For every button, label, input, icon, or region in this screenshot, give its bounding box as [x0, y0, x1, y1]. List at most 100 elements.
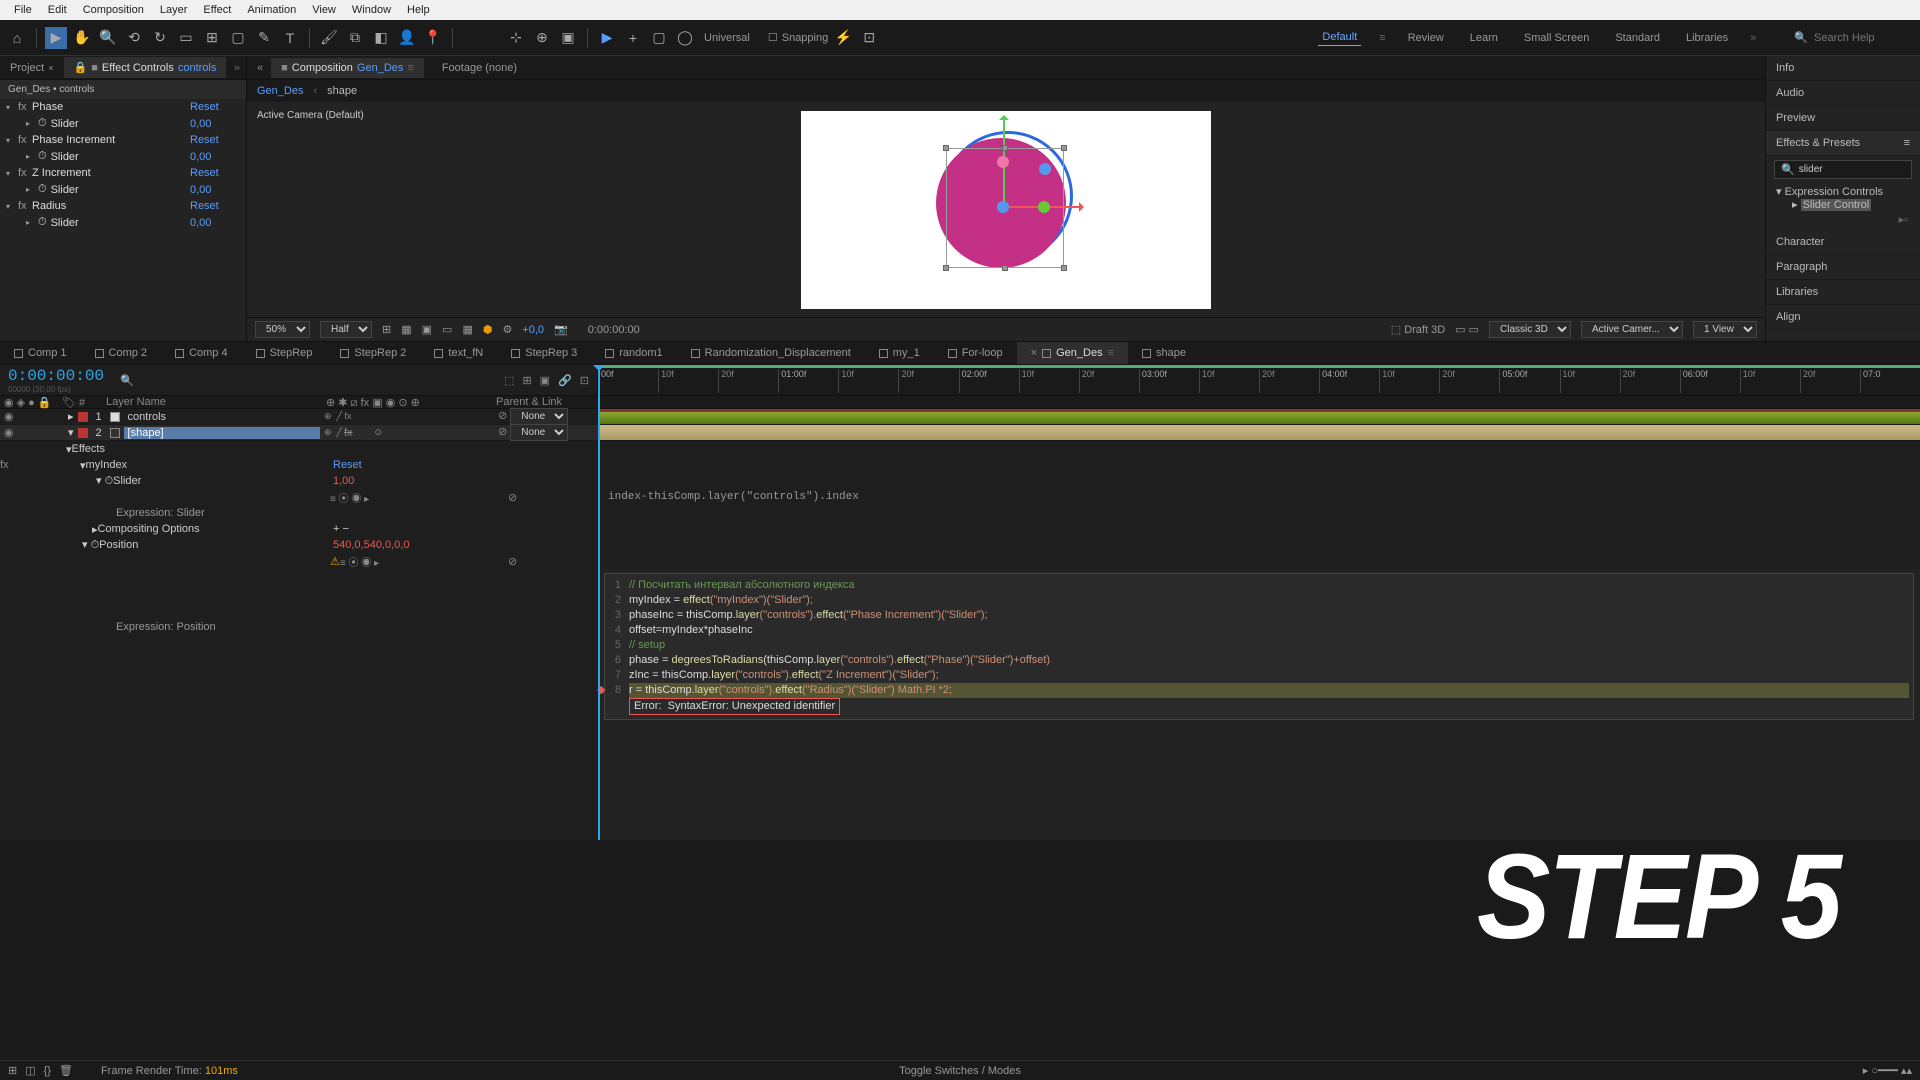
menu-composition[interactable]: Composition — [75, 4, 152, 16]
menu-window[interactable]: Window — [344, 4, 399, 16]
effect-slider[interactable]: ▸⏱Slider0,00 — [0, 148, 246, 165]
visibility-icon[interactable]: ◉ — [4, 410, 16, 423]
prop-effects[interactable]: ▾ Effects — [0, 441, 1920, 457]
visibility-icon[interactable]: ◉ — [4, 426, 16, 439]
align-icon[interactable]: ⊹ — [505, 27, 527, 49]
brush-tool[interactable]: 🖌 — [318, 27, 340, 49]
menu-file[interactable]: File — [6, 4, 40, 16]
zoom-dropdown[interactable]: 50% — [255, 321, 310, 338]
eraser-tool[interactable]: ◧ — [370, 27, 392, 49]
effect-slider[interactable]: ▸⏱Slider0,00 — [0, 214, 246, 231]
label-color[interactable] — [78, 428, 88, 438]
viewport[interactable]: Active Camera (Default) — [247, 102, 1765, 317]
ws-review[interactable]: Review — [1404, 30, 1448, 46]
crumb-shape[interactable]: shape — [327, 85, 357, 97]
puppet-tool[interactable]: 📍 — [422, 27, 444, 49]
shape-tool[interactable]: ▢ — [227, 27, 249, 49]
comp-tab-comp-1[interactable]: Comp 1 — [0, 342, 81, 364]
mask-icon[interactable]: ▣ — [557, 27, 579, 49]
effect-z-increment[interactable]: ▾fxZ IncrementReset — [0, 165, 246, 181]
effect-slider[interactable]: ▸⏱Slider0,00 — [0, 181, 246, 198]
layer-row-controls[interactable]: ◉ ▸ 1 controls ⊕ ╱ fx ⊘ None — [0, 409, 1920, 425]
gear-icon[interactable]: ⚙ — [502, 323, 512, 336]
menu-layer[interactable]: Layer — [152, 4, 196, 16]
transp-icon[interactable]: ▦ — [462, 323, 472, 336]
panel-character[interactable]: Character — [1766, 230, 1920, 255]
effect-phase-increment[interactable]: ▾fxPhase IncrementReset — [0, 132, 246, 148]
selection-tool[interactable]: ▶ — [45, 27, 67, 49]
ws-libraries[interactable]: Libraries — [1682, 30, 1732, 46]
comp-tab-comp-4[interactable]: Comp 4 — [161, 342, 242, 364]
tab-project[interactable]: Project× — [0, 58, 64, 78]
expr-icons[interactable]: ≡ ⦿ ◉ ▸ — [340, 554, 379, 569]
sb-icon[interactable]: {} — [44, 1065, 51, 1077]
ws-default[interactable]: Default — [1318, 29, 1361, 46]
comp-tab-comp-2[interactable]: Comp 2 — [81, 342, 162, 364]
comp-tab-randomization-displacement[interactable]: Randomization_Displacement — [677, 342, 865, 364]
current-timecode[interactable]: 0:00:00:00 — [8, 367, 104, 385]
tl-icon[interactable]: ▣ — [540, 374, 550, 387]
tab-footage[interactable]: Footage (none) — [432, 58, 527, 78]
selection-bounds[interactable] — [946, 148, 1064, 268]
parent-dd[interactable]: None — [510, 424, 568, 441]
timecode-display[interactable]: 0:00:00:00 — [588, 324, 640, 336]
3d-icon[interactable]: ⬢ — [483, 323, 493, 336]
parent-dd[interactable]: None — [510, 408, 568, 425]
ws-small[interactable]: Small Screen — [1520, 30, 1593, 46]
panel-info[interactable]: Info — [1766, 56, 1920, 81]
tl-icon[interactable]: ⬚ — [504, 374, 514, 387]
text-tool[interactable]: T — [279, 27, 301, 49]
warning-icon[interactable]: ⚠ — [330, 555, 340, 568]
ep-item-slider-control[interactable]: ▸ Slider Control — [1776, 198, 1910, 211]
mask-vis-icon[interactable]: ▣ — [422, 323, 432, 336]
snap-opt-icon[interactable]: ⚡ — [832, 27, 854, 49]
camera-tool[interactable]: ▭ — [175, 27, 197, 49]
guides-icon[interactable]: ▦ — [401, 323, 411, 336]
ep-category[interactable]: ▾ Expression Controls — [1776, 185, 1910, 198]
arrow-icon[interactable]: ▶ — [596, 27, 618, 49]
prop-myindex[interactable]: fx▾ myIndex Reset — [0, 457, 1920, 473]
menu-view[interactable]: View — [304, 4, 344, 16]
exposure-val[interactable]: +0,0 — [522, 324, 544, 336]
panel-paragraph[interactable]: Paragraph — [1766, 255, 1920, 280]
grid-icon[interactable]: ⊞ — [382, 323, 391, 336]
anchor-icon[interactable]: ⊕ — [531, 27, 553, 49]
zoom-tool[interactable]: 🔍 — [97, 27, 119, 49]
comp-tab-steprep-3[interactable]: StepRep 3 — [497, 342, 591, 364]
ep-search-input[interactable] — [1799, 164, 1920, 175]
comp-tab-steprep-2[interactable]: StepRep 2 — [326, 342, 420, 364]
views-dd[interactable]: 1 View — [1693, 321, 1757, 338]
tl-icon[interactable]: ⊡ — [580, 374, 589, 387]
rotate-tool[interactable]: ↻ — [149, 27, 171, 49]
panel-preview[interactable]: Preview — [1766, 106, 1920, 131]
camera-dd[interactable]: Active Camer... — [1581, 321, 1683, 338]
comp-tab-my-1[interactable]: my_1 — [865, 342, 934, 364]
panel-align[interactable]: Align — [1766, 305, 1920, 330]
layer-row-shape[interactable]: ◉ ▾ 2 [shape] ⊕ ╱ fx ⊙ ⊘ None — [0, 425, 1920, 441]
expr-slider-text[interactable]: index-thisComp.layer("controls").index — [598, 491, 1920, 503]
tl-icon[interactable]: 🔗 — [558, 374, 572, 387]
panbehind-tool[interactable]: ⊞ — [201, 27, 223, 49]
menu-edit[interactable]: Edit — [40, 4, 75, 16]
ws-learn[interactable]: Learn — [1466, 30, 1502, 46]
label-color[interactable] — [78, 412, 88, 422]
home-icon[interactable]: ⌂ — [6, 27, 28, 49]
panel-audio[interactable]: Audio — [1766, 81, 1920, 106]
comp-tab-shape[interactable]: shape — [1128, 342, 1200, 364]
circ-icon[interactable]: ◯ — [674, 27, 696, 49]
sb-icon[interactable]: ⊞ — [8, 1064, 17, 1077]
menu-help[interactable]: Help — [399, 4, 438, 16]
ws-standard[interactable]: Standard — [1611, 30, 1664, 46]
tab-composition[interactable]: ■ Composition Gen_Des ≡ — [271, 58, 424, 78]
renderer-dd[interactable]: Classic 3D — [1489, 321, 1571, 338]
tl-icon[interactable]: ⊞ — [522, 374, 531, 387]
work-area[interactable] — [598, 365, 1920, 368]
search-help-input[interactable] — [1814, 32, 1914, 44]
ep-search[interactable]: 🔍 × — [1774, 160, 1912, 179]
prop-compositing[interactable]: ▸ Compositing Options + − — [0, 521, 1920, 537]
effect-phase[interactable]: ▾fxPhaseReset — [0, 99, 246, 115]
crumb-gendes[interactable]: Gen_Des — [257, 85, 303, 97]
orbit-tool[interactable]: ⟲ — [123, 27, 145, 49]
comp-tab-gen-des[interactable]: ×Gen_Des≡ — [1017, 342, 1128, 364]
comp-tab-text-fn[interactable]: text_fN — [420, 342, 497, 364]
